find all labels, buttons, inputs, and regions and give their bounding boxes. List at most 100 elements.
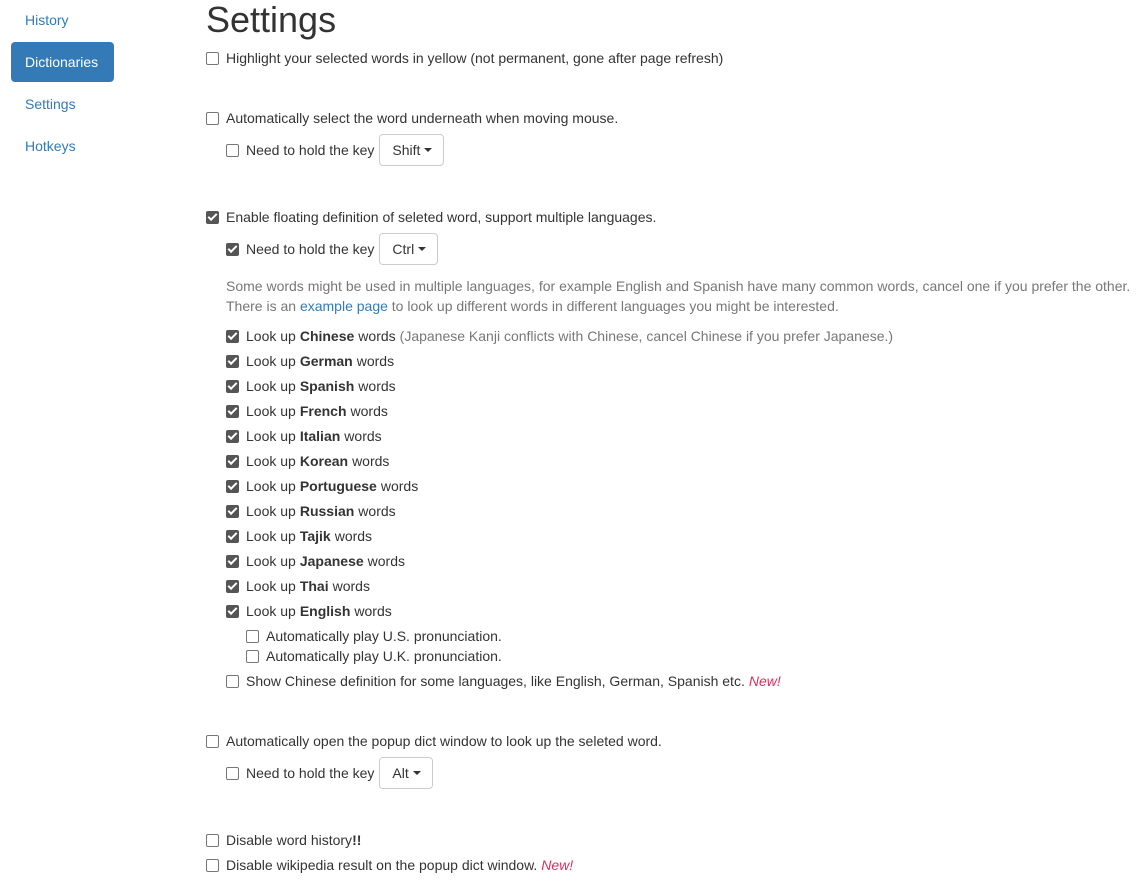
lookup-suffix: words	[354, 603, 392, 619]
auto-select-hold-key-checkbox[interactable]	[226, 143, 239, 157]
auto-select-key-dropdown[interactable]: Shift	[379, 134, 445, 166]
lookup-prefix: Look up	[246, 528, 296, 544]
lookup-chinese-option[interactable]: Look up Chinese words (Japanese Kanji confl…	[226, 326, 893, 346]
lookup-portuguese-checkbox[interactable]	[226, 479, 239, 493]
example-page-link[interactable]: example page	[300, 298, 388, 314]
chinese-definition-option[interactable]: Show Chinese definition for some languag…	[226, 671, 781, 691]
sidebar-item-dictionaries[interactable]: Dictionaries	[11, 42, 114, 82]
language-hint: (Japanese Kanji conflicts with Chinese, …	[399, 328, 894, 344]
caret-down-icon	[412, 771, 421, 775]
disable-history-checkbox[interactable]	[206, 833, 219, 847]
lookup-prefix: Look up	[246, 428, 296, 444]
language-name: Korean	[299, 453, 349, 469]
popup-key-value: Alt	[392, 765, 409, 781]
highlight-label: Highlight your selected words in yellow …	[226, 50, 724, 66]
caret-down-icon	[424, 148, 433, 152]
play-us-option[interactable]: Automatically play U.S. pronunciation.	[246, 626, 502, 646]
play-uk-checkbox[interactable]	[246, 649, 259, 663]
auto-select-checkbox[interactable]	[206, 111, 219, 125]
lookup-italian-option[interactable]: Look up Italian words	[226, 426, 382, 446]
disable-wikipedia-label: Disable wikipedia result on the popup di…	[226, 857, 538, 873]
floating-hold-key-checkbox[interactable]	[226, 242, 239, 256]
disable-history-option[interactable]: Disable word history!!	[206, 830, 361, 850]
new-badge: New!	[748, 673, 781, 689]
lookup-french-checkbox[interactable]	[226, 404, 239, 418]
lookup-russian-option[interactable]: Look up Russian words	[226, 501, 396, 521]
play-us-checkbox[interactable]	[246, 629, 259, 643]
lookup-prefix: Look up	[246, 603, 296, 619]
sidebar-item-history[interactable]: History	[11, 0, 114, 40]
auto-select-key-value: Shift	[392, 142, 421, 158]
lookup-prefix: Look up	[246, 478, 296, 494]
note-suffix: to look up different words in different …	[387, 298, 839, 314]
lookup-italian-checkbox[interactable]	[226, 429, 239, 443]
language-name: German	[299, 353, 353, 369]
sidebar-item-settings[interactable]: Settings	[11, 84, 114, 124]
lookup-suffix: words	[350, 403, 388, 419]
popup-label: Automatically open the popup dict window…	[226, 733, 662, 749]
lookup-prefix: Look up	[246, 453, 296, 469]
lookup-spanish-option[interactable]: Look up Spanish words	[226, 376, 396, 396]
popup-hold-key-label: Need to hold the key	[246, 765, 375, 781]
auto-select-hold-key-row: Need to hold the key Shift	[226, 134, 445, 166]
auto-select-hold-key-label: Need to hold the key	[246, 142, 375, 158]
popup-hold-key-checkbox[interactable]	[226, 766, 239, 780]
floating-definition-checkbox[interactable]	[206, 210, 219, 224]
floating-key-dropdown[interactable]: Ctrl	[379, 233, 439, 265]
new-badge: New!	[541, 857, 574, 873]
lookup-german-option[interactable]: Look up German words	[226, 351, 394, 371]
lookup-suffix: words	[344, 428, 382, 444]
sidebar-item-hotkeys[interactable]: Hotkeys	[11, 126, 114, 166]
lookup-french-option[interactable]: Look up French words	[226, 401, 388, 421]
auto-select-option[interactable]: Automatically select the word underneath…	[206, 108, 618, 128]
lookup-suffix: words	[334, 528, 373, 544]
lookup-russian-checkbox[interactable]	[226, 504, 239, 518]
lookup-prefix: Look up	[246, 403, 296, 419]
play-us-label: Automatically play U.S. pronunciation.	[266, 628, 502, 644]
floating-hold-key-label: Need to hold the key	[246, 241, 375, 257]
lookup-suffix: words	[352, 453, 390, 469]
floating-definition-option[interactable]: Enable floating definition of seleted wo…	[206, 207, 656, 227]
lookup-suffix: words	[380, 478, 419, 494]
lookup-tajik-checkbox[interactable]	[226, 529, 239, 543]
language-name: Spanish	[299, 378, 355, 394]
popup-option[interactable]: Automatically open the popup dict window…	[206, 731, 662, 751]
disable-wikipedia-option[interactable]: Disable wikipedia result on the popup di…	[206, 855, 573, 875]
note-prefix: There is an	[226, 298, 300, 314]
lookup-english-checkbox[interactable]	[226, 604, 239, 618]
lookup-english-option[interactable]: Look up English words	[226, 601, 392, 621]
language-name: Chinese	[299, 328, 355, 344]
floating-hold-key-row: Need to hold the key Ctrl	[226, 233, 439, 265]
lookup-japanese-checkbox[interactable]	[226, 554, 239, 568]
chinese-definition-checkbox[interactable]	[226, 674, 239, 688]
language-name: English	[299, 603, 351, 619]
highlight-option[interactable]: Highlight your selected words in yellow …	[206, 48, 723, 68]
lookup-suffix: words	[332, 578, 370, 594]
lookup-korean-option[interactable]: Look up Korean words	[226, 451, 389, 471]
auto-select-label: Automatically select the word underneath…	[226, 110, 619, 126]
popup-checkbox[interactable]	[206, 734, 219, 748]
caret-down-icon	[418, 247, 427, 251]
lookup-korean-checkbox[interactable]	[226, 454, 239, 468]
lookup-spanish-checkbox[interactable]	[226, 379, 239, 393]
lookup-prefix: Look up	[246, 378, 296, 394]
floating-key-value: Ctrl	[392, 241, 415, 257]
lookup-japanese-option[interactable]: Look up Japanese words	[226, 551, 405, 571]
highlight-checkbox[interactable]	[206, 51, 219, 65]
lookup-thai-checkbox[interactable]	[226, 579, 239, 593]
disable-wikipedia-checkbox[interactable]	[206, 858, 219, 872]
lookup-suffix: words	[358, 503, 396, 519]
language-name: Portuguese	[299, 478, 377, 494]
lookup-suffix: words	[356, 353, 395, 369]
language-name: French	[299, 403, 347, 419]
popup-key-dropdown[interactable]: Alt	[379, 757, 433, 789]
lookup-tajik-option[interactable]: Look up Tajik words	[226, 526, 372, 546]
language-note-line2: There is an example page to look up diff…	[226, 296, 839, 316]
lookup-thai-option[interactable]: Look up Thai words	[226, 576, 370, 596]
play-uk-option[interactable]: Automatically play U.K. pronunciation.	[246, 646, 502, 666]
lookup-prefix: Look up	[246, 578, 296, 594]
lookup-suffix: words	[367, 553, 406, 569]
lookup-chinese-checkbox[interactable]	[226, 329, 239, 343]
lookup-german-checkbox[interactable]	[226, 354, 239, 368]
lookup-portuguese-option[interactable]: Look up Portuguese words	[226, 476, 418, 496]
